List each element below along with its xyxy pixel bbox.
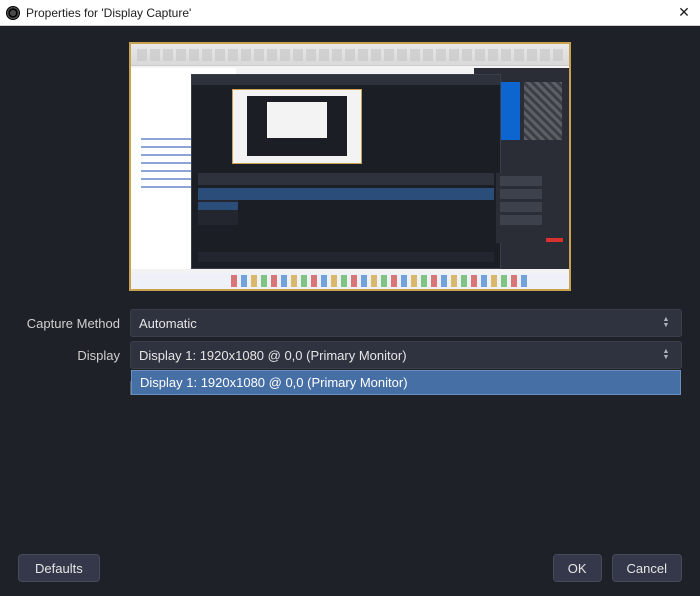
preview-obs-inner [247, 96, 347, 156]
preview-obs-inner2 [267, 102, 327, 138]
spinner-icon: ▲ ▼ [659, 349, 673, 361]
preview-browser-chrome [131, 44, 569, 66]
preview-obs-preview [232, 89, 362, 164]
preview-tabs [137, 49, 563, 61]
obs-logo-icon [6, 6, 20, 20]
preview-obs-row [198, 173, 494, 185]
display-label: Display [18, 348, 120, 363]
preview-taskbar-icons [231, 275, 529, 287]
display-option[interactable]: Display 1: 1920x1080 @ 0,0 (Primary Moni… [132, 371, 680, 394]
preview-obs-side-button [500, 202, 542, 212]
preview-obs-titlebar [192, 75, 500, 85]
capture-method-row: Capture Method Automatic ▲ ▼ [18, 309, 682, 337]
spinner-icon: ▲ ▼ [659, 317, 673, 329]
ok-button[interactable]: OK [553, 554, 602, 582]
display-dropdown[interactable]: Display 1: 1920x1080 @ 0,0 (Primary Moni… [130, 341, 682, 369]
preview-obs-scenes [198, 200, 238, 225]
defaults-button[interactable]: Defaults [18, 554, 100, 582]
preview-area [18, 42, 682, 291]
form: Capture Method Automatic ▲ ▼ Display Dis… [18, 309, 682, 397]
titlebar: Properties for 'Display Capture' ✕ [0, 0, 700, 26]
preview-obs-side-button [500, 189, 542, 199]
preview-hatch-card [524, 82, 562, 140]
capture-method-value: Automatic [139, 316, 659, 331]
capture-method-dropdown[interactable]: Automatic ▲ ▼ [130, 309, 682, 337]
preview-obs-side-button [500, 176, 542, 186]
display-dropdown-list: Display 1: 1920x1080 @ 0,0 (Primary Moni… [131, 370, 681, 395]
dialog-buttons: Defaults OK Cancel [18, 552, 682, 584]
dialog-content: Capture Method Automatic ▲ ▼ Display Dis… [0, 26, 700, 596]
cancel-button[interactable]: Cancel [612, 554, 682, 582]
preview-taskbar [131, 273, 569, 289]
preview-obs-scene-selected [198, 202, 238, 210]
capture-method-label: Capture Method [18, 316, 120, 331]
preview-obs-side-button [500, 215, 542, 225]
spacer [18, 397, 682, 552]
chevron-down-icon: ▼ [663, 323, 670, 329]
window-title: Properties for 'Display Capture' [26, 6, 674, 20]
display-preview [129, 42, 571, 291]
close-icon[interactable]: ✕ [674, 3, 694, 23]
preview-obs-row-selected [198, 188, 494, 200]
preview-obs-sidepanel [496, 173, 546, 243]
preview-obs-window [191, 74, 501, 269]
display-row: Display Display 1: 1920x1080 @ 0,0 (Prim… [18, 341, 682, 369]
chevron-down-icon: ▼ [663, 355, 670, 361]
preview-obs-statusbar [198, 252, 494, 262]
display-value: Display 1: 1920x1080 @ 0,0 (Primary Moni… [139, 348, 659, 363]
